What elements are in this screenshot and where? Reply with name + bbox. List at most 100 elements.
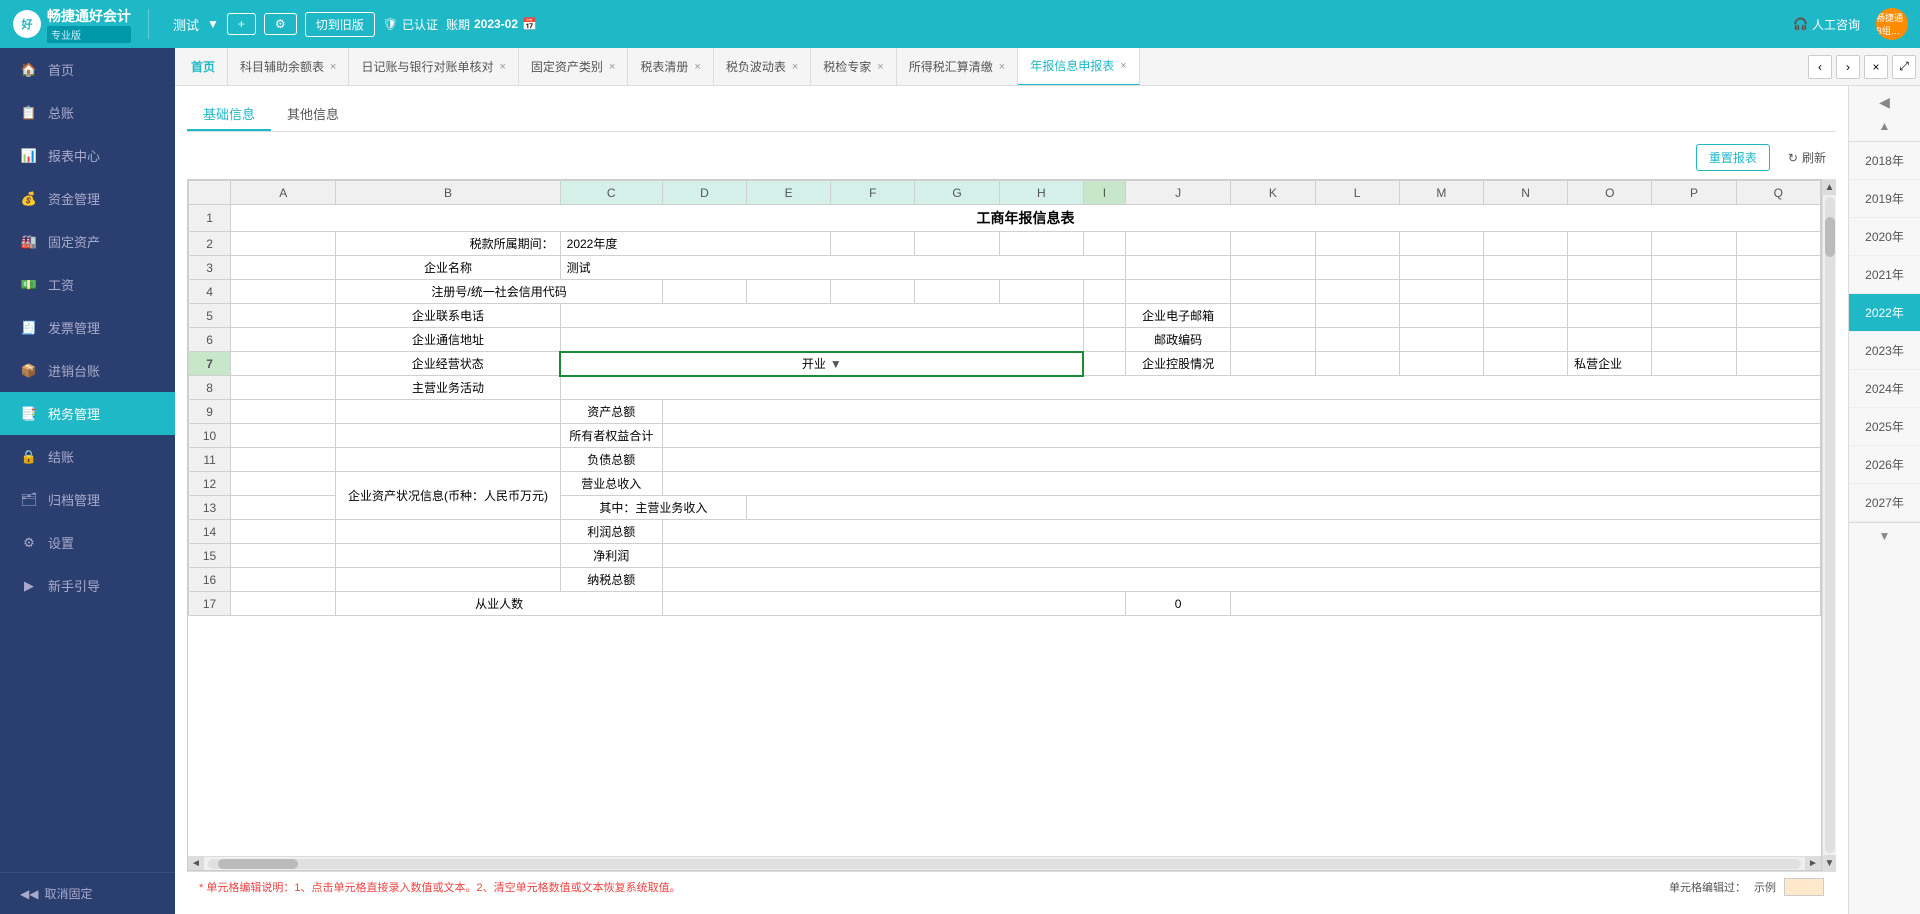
- tab-income-tax[interactable]: 所得税汇算清缴 ×: [897, 48, 1018, 86]
- tab-journal[interactable]: 日记账与银行对账单核对 ×: [349, 48, 518, 86]
- sidebar-item-salary[interactable]: 💵 工资: [0, 263, 175, 306]
- calendar-icon[interactable]: 📅: [522, 17, 537, 31]
- cell-8c[interactable]: [560, 376, 1820, 400]
- cancel-fixed-btn[interactable]: ◀◀ 取消固定: [0, 872, 175, 914]
- year-up-btn[interactable]: ▲: [1875, 115, 1895, 137]
- tab-close-icon-1[interactable]: ×: [330, 61, 336, 73]
- cell-2g: [915, 232, 999, 256]
- switch-old-btn[interactable]: 切到旧版: [305, 12, 375, 37]
- add-button[interactable]: +: [227, 13, 256, 35]
- cell-14d[interactable]: [662, 520, 1820, 544]
- sidebar-item-assets[interactable]: 🏭 固定资产: [0, 220, 175, 263]
- tab-close-icon-4[interactable]: ×: [694, 61, 700, 73]
- cell-7m: [1399, 352, 1483, 376]
- tab-close-icon-3[interactable]: ×: [609, 61, 615, 73]
- h-scroll-right-btn[interactable]: ►: [1805, 857, 1821, 871]
- v-scroll-up-btn[interactable]: ▲: [1823, 179, 1837, 195]
- v-scroll-down-btn[interactable]: ▼: [1823, 855, 1837, 871]
- year-2025[interactable]: 2025年: [1849, 408, 1920, 446]
- dropdown-arrow-icon[interactable]: ▼: [830, 357, 842, 371]
- tab-fixed-type[interactable]: 固定资产类别 ×: [519, 48, 628, 86]
- v-scroll-thumb[interactable]: [1825, 217, 1835, 257]
- year-2027[interactable]: 2027年: [1849, 484, 1920, 522]
- tab-tax-expert[interactable]: 税检专家 ×: [811, 48, 896, 86]
- sidebar-item-guide[interactable]: ▶ 新手引导: [0, 564, 175, 607]
- cell-13e[interactable]: [747, 496, 1821, 520]
- cell-4d[interactable]: [662, 280, 746, 304]
- v-scroll-track[interactable]: [1825, 197, 1835, 853]
- tab-close-icon-8[interactable]: ×: [1120, 60, 1126, 72]
- sidebar-item-purchase[interactable]: 📦 进销台账: [0, 349, 175, 392]
- sidebar-item-finance[interactable]: 💰 资金管理: [0, 177, 175, 220]
- sidebar-item-settings[interactable]: ⚙ 设置: [0, 521, 175, 564]
- tab-close-all-btn[interactable]: ×: [1864, 55, 1888, 79]
- tab-expand-btn[interactable]: ⤢: [1892, 55, 1916, 79]
- avatar[interactable]: 畅捷通B组…: [1876, 8, 1908, 40]
- cell-7c-dropdown[interactable]: 开业 ▼: [560, 352, 1083, 376]
- col-i: I: [1083, 181, 1125, 205]
- cell-17k[interactable]: [1231, 592, 1821, 616]
- sidebar-item-invoice[interactable]: 🧾 发票管理: [0, 306, 175, 349]
- cell-3c[interactable]: 测试: [560, 256, 1125, 280]
- year-2021[interactable]: 2021年: [1849, 256, 1920, 294]
- sidebar-item-archive[interactable]: 🗂 归档管理: [0, 478, 175, 521]
- tab-close-icon-7[interactable]: ×: [999, 61, 1005, 73]
- cell-11d[interactable]: [662, 448, 1820, 472]
- year-2018[interactable]: 2018年: [1849, 142, 1920, 180]
- tab-next-btn[interactable]: ›: [1836, 55, 1860, 79]
- consult-btn[interactable]: 🎧 人工咨询: [1793, 16, 1860, 33]
- h-scroll-thumb[interactable]: [218, 859, 298, 869]
- tab-close-icon-6[interactable]: ×: [877, 61, 883, 73]
- cell-17j[interactable]: 0: [1126, 592, 1231, 616]
- sub-tab-other[interactable]: 其他信息: [271, 98, 355, 131]
- year-2019[interactable]: 2019年: [1849, 180, 1920, 218]
- cell-8a: [231, 376, 336, 400]
- cell-6c[interactable]: [560, 328, 1083, 352]
- cell-9d[interactable]: [662, 400, 1820, 424]
- company-dropdown-icon[interactable]: ▼: [207, 17, 219, 31]
- year-down-btn[interactable]: ▼: [1849, 522, 1920, 549]
- year-2020[interactable]: 2020年: [1849, 218, 1920, 256]
- cell-10d[interactable]: [662, 424, 1820, 448]
- year-2022[interactable]: 2022年: [1849, 294, 1920, 332]
- spreadsheet-inner[interactable]: A B C D E F G H: [188, 180, 1821, 856]
- cell-12d[interactable]: [662, 472, 1820, 496]
- year-2023[interactable]: 2023年: [1849, 332, 1920, 370]
- cell-16d[interactable]: [662, 568, 1820, 592]
- refresh-btn[interactable]: ↻ 刷新: [1778, 144, 1836, 171]
- tab-home[interactable]: 首页: [179, 48, 228, 86]
- h-scroll-left-btn[interactable]: ◄: [188, 857, 204, 871]
- tab-close-icon-2[interactable]: ×: [499, 61, 505, 73]
- tab-annual-report[interactable]: 年报信息申报表 ×: [1018, 48, 1139, 86]
- tab-subject[interactable]: 科目辅助余额表 ×: [228, 48, 349, 86]
- year-2024[interactable]: 2024年: [1849, 370, 1920, 408]
- tab-tax-list[interactable]: 税表清册 ×: [628, 48, 713, 86]
- cell-15d[interactable]: [662, 544, 1820, 568]
- cell-6k[interactable]: [1231, 328, 1315, 352]
- col-corner: [189, 181, 231, 205]
- sidebar-item-tax[interactable]: 📑 税务管理: [0, 392, 175, 435]
- reset-report-btn[interactable]: 重置报表: [1696, 144, 1770, 171]
- year-2026[interactable]: 2026年: [1849, 446, 1920, 484]
- cell-3n: [1483, 256, 1567, 280]
- h-scroll-area[interactable]: ◄ ►: [188, 856, 1821, 870]
- tab-close-icon-5[interactable]: ×: [792, 61, 798, 73]
- h-scroll-track[interactable]: [208, 859, 1801, 869]
- cell-4o: [1568, 280, 1652, 304]
- col-q: Q: [1736, 181, 1820, 205]
- sidebar-item-home[interactable]: 🏠 首页: [0, 48, 175, 91]
- cell-2c[interactable]: 2022年度: [560, 232, 831, 256]
- gear-button[interactable]: ⚙: [264, 13, 297, 35]
- cell-17d[interactable]: [662, 592, 1125, 616]
- sidebar-item-close[interactable]: 🔒 结账: [0, 435, 175, 478]
- sidebar-item-report[interactable]: 📊 报表中心: [0, 134, 175, 177]
- tab-tax-wave[interactable]: 税负波动表 ×: [714, 48, 811, 86]
- tab-prev-btn[interactable]: ‹: [1808, 55, 1832, 79]
- cell-5c[interactable]: [560, 304, 1083, 328]
- year-collapse-btn[interactable]: ◀: [1875, 90, 1894, 115]
- cell-title[interactable]: 工商年报信息表: [231, 205, 1821, 232]
- sub-tab-basic[interactable]: 基础信息: [187, 98, 271, 131]
- sidebar-item-ledger[interactable]: 📋 总账: [0, 91, 175, 134]
- year-panel: ◀ ▲ 2018年 2019年 2020年 2021年 2022年 2023年 …: [1848, 86, 1920, 914]
- cell-5k[interactable]: [1231, 304, 1315, 328]
